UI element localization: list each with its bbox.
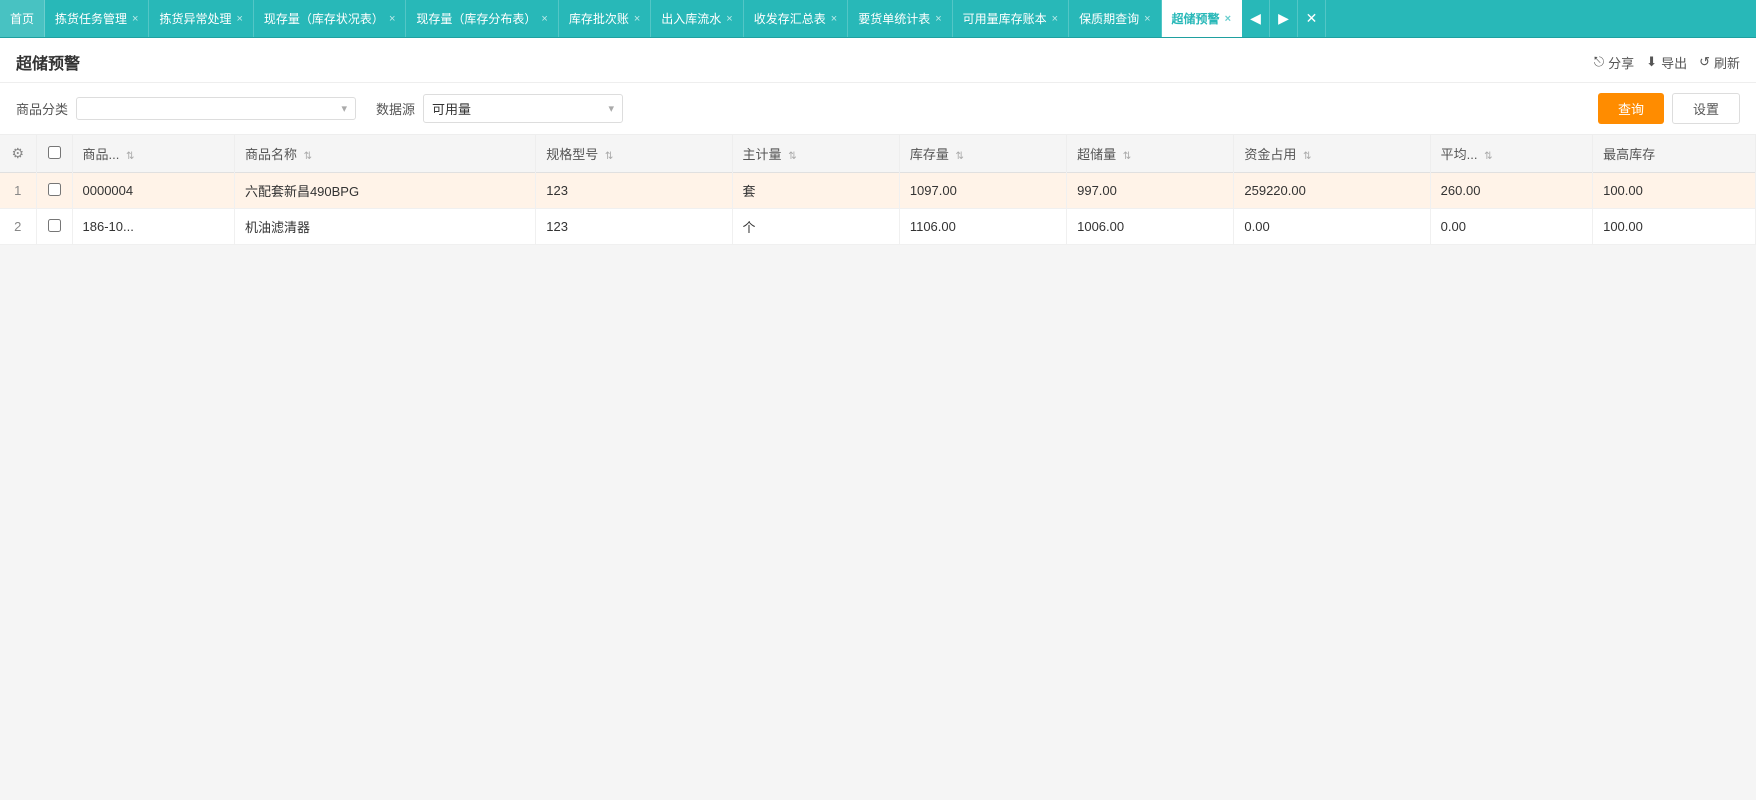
nav-prev-arrow[interactable]: ◀ (1242, 0, 1270, 37)
nav-close-quality-period[interactable]: × (1144, 13, 1150, 25)
cell-capital: 0.00 (1234, 209, 1430, 245)
cell-overstock: 1006.00 (1067, 209, 1234, 245)
category-select-arrow: ▾ (341, 102, 347, 115)
category-label: 商品分类 (16, 99, 68, 118)
sort-icon-spec: ⇅ (605, 151, 613, 162)
nav-close-available-stock[interactable]: × (1052, 13, 1058, 25)
row-checkbox-cell[interactable] (36, 173, 72, 209)
cell-avg: 0.00 (1430, 209, 1592, 245)
page-header: 超储预警 ⎋ 分享 ⬇ 导出 ↺ 刷新 (0, 38, 1756, 83)
col-unit-header[interactable]: 主计量 ⇅ (732, 135, 899, 173)
row-checkbox-cell[interactable] (36, 209, 72, 245)
header-actions: ⎋ 分享 ⬇ 导出 ↺ 刷新 (1594, 53, 1740, 72)
nav-close-all-arrow[interactable]: ✕ (1298, 0, 1326, 37)
export-button[interactable]: ⬇ 导出 (1646, 53, 1687, 72)
share-button[interactable]: ⎋ 分享 (1594, 53, 1634, 72)
nav-close-task-management[interactable]: × (132, 13, 138, 25)
filter-button-group: 查询 设置 (1598, 93, 1740, 124)
data-table-container: ⚙ 商品... ⇅ 商品名称 ⇅ 规格型号 ⇅ 主计量 (0, 135, 1756, 245)
col-product-code-header[interactable]: 商品... ⇅ (72, 135, 234, 173)
nav-item-batch-account[interactable]: 库存批次账 × (559, 0, 651, 37)
cell-spec: 123 (536, 173, 732, 209)
nav-close-inout-flow[interactable]: × (726, 13, 732, 25)
query-button[interactable]: 查询 (1598, 93, 1664, 124)
cell-spec: 123 (536, 209, 732, 245)
cell-product-name: 六配套新昌490BPG (234, 173, 535, 209)
col-checkbox-header[interactable] (36, 135, 72, 173)
sort-icon-product-name: ⇅ (304, 151, 312, 162)
share-icon: ⎋ (1594, 54, 1604, 70)
row-number: 1 (0, 173, 36, 209)
datasource-value: 可用量 (432, 99, 471, 118)
cell-product-name: 机油滤清器 (234, 209, 535, 245)
datasource-label: 数据源 (376, 99, 415, 118)
nav-close-exception-handling[interactable]: × (236, 13, 242, 25)
nav-item-task-management[interactable]: 拣货任务管理 × (45, 0, 149, 37)
nav-next-arrow[interactable]: ▶ (1270, 0, 1298, 37)
datasource-select-arrow: ▾ (609, 102, 615, 115)
filter-row: 商品分类 ▾ 数据源 可用量 ▾ 查询 设置 (0, 83, 1756, 135)
table-row: 1 0000004 六配套新昌490BPG 123 套 1097.00 997.… (0, 173, 1756, 209)
category-filter-group: 商品分类 ▾ (16, 97, 356, 120)
nav-item-available-stock[interactable]: 可用量库存账本 × (953, 0, 1069, 37)
cell-max-stock: 100.00 (1593, 209, 1756, 245)
nav-item-stock-status[interactable]: 现存量（库存状况表） × (254, 0, 406, 37)
nav-item-requisition-stats[interactable]: 要货单统计表 × (848, 0, 952, 37)
nav-item-overstock-warning[interactable]: 超储预警 × (1162, 0, 1242, 37)
nav-close-stock-distribution[interactable]: × (541, 13, 547, 25)
sort-icon-product-code: ⇅ (126, 151, 134, 162)
col-max-stock-header[interactable]: 最高库存 (1593, 135, 1756, 173)
col-overstock-header[interactable]: 超储量 ⇅ (1067, 135, 1234, 173)
row-checkbox[interactable] (48, 183, 61, 196)
sort-icon-overstock: ⇅ (1123, 151, 1131, 162)
nav-close-collect-summary[interactable]: × (831, 13, 837, 25)
page-title: 超储预警 (16, 50, 80, 74)
refresh-button[interactable]: ↺ 刷新 (1699, 53, 1740, 72)
nav-item-inout-flow[interactable]: 出入库流水 × (651, 0, 743, 37)
nav-close-requisition-stats[interactable]: × (935, 13, 941, 25)
cell-overstock: 997.00 (1067, 173, 1234, 209)
nav-close-batch-account[interactable]: × (634, 13, 640, 25)
cell-stock: 1097.00 (899, 173, 1066, 209)
cell-max-stock: 100.00 (1593, 173, 1756, 209)
overstock-table: ⚙ 商品... ⇅ 商品名称 ⇅ 规格型号 ⇅ 主计量 (0, 135, 1756, 245)
col-spec-header[interactable]: 规格型号 ⇅ (536, 135, 732, 173)
datasource-filter-group: 数据源 可用量 ▾ (376, 94, 623, 123)
select-all-checkbox[interactable] (48, 146, 61, 159)
cell-stock: 1106.00 (899, 209, 1066, 245)
col-avg-header[interactable]: 平均... ⇅ (1430, 135, 1592, 173)
cell-product-code: 0000004 (72, 173, 234, 209)
cell-unit: 套 (732, 173, 899, 209)
settings-button[interactable]: 设置 (1672, 93, 1740, 124)
nav-item-home[interactable]: 首页 (0, 0, 45, 37)
col-stock-header[interactable]: 库存量 ⇅ (899, 135, 1066, 173)
col-settings[interactable]: ⚙ (0, 135, 36, 173)
nav-item-exception-handling[interactable]: 拣货异常处理 × (149, 0, 253, 37)
nav-item-stock-distribution[interactable]: 现存量（库存分布表） × (406, 0, 558, 37)
col-product-name-header[interactable]: 商品名称 ⇅ (234, 135, 535, 173)
gear-icon[interactable]: ⚙ (11, 145, 24, 162)
category-select[interactable]: ▾ (76, 97, 356, 120)
refresh-icon: ↺ (1699, 54, 1710, 70)
sort-icon-capital: ⇅ (1303, 151, 1311, 162)
cell-capital: 259220.00 (1234, 173, 1430, 209)
sort-icon-avg: ⇅ (1484, 151, 1492, 162)
row-number: 2 (0, 209, 36, 245)
sort-icon-stock: ⇅ (955, 151, 963, 162)
export-icon: ⬇ (1646, 54, 1657, 70)
cell-product-code: 186-10... (72, 209, 234, 245)
nav-item-collect-summary[interactable]: 收发存汇总表 × (744, 0, 848, 37)
table-row: 2 186-10... 机油滤清器 123 个 1106.00 1006.00 … (0, 209, 1756, 245)
top-navigation: 首页 拣货任务管理 × 拣货异常处理 × 现存量（库存状况表） × 现存量（库存… (0, 0, 1756, 38)
cell-unit: 个 (732, 209, 899, 245)
col-capital-header[interactable]: 资金占用 ⇅ (1234, 135, 1430, 173)
datasource-select[interactable]: 可用量 ▾ (423, 94, 623, 123)
nav-close-stock-status[interactable]: × (389, 13, 395, 25)
row-checkbox[interactable] (48, 219, 61, 232)
table-header-row: ⚙ 商品... ⇅ 商品名称 ⇅ 规格型号 ⇅ 主计量 (0, 135, 1756, 173)
nav-item-quality-period[interactable]: 保质期查询 × (1069, 0, 1161, 37)
sort-icon-unit: ⇅ (788, 151, 796, 162)
cell-avg: 260.00 (1430, 173, 1592, 209)
nav-close-overstock-warning[interactable]: × (1225, 13, 1231, 25)
